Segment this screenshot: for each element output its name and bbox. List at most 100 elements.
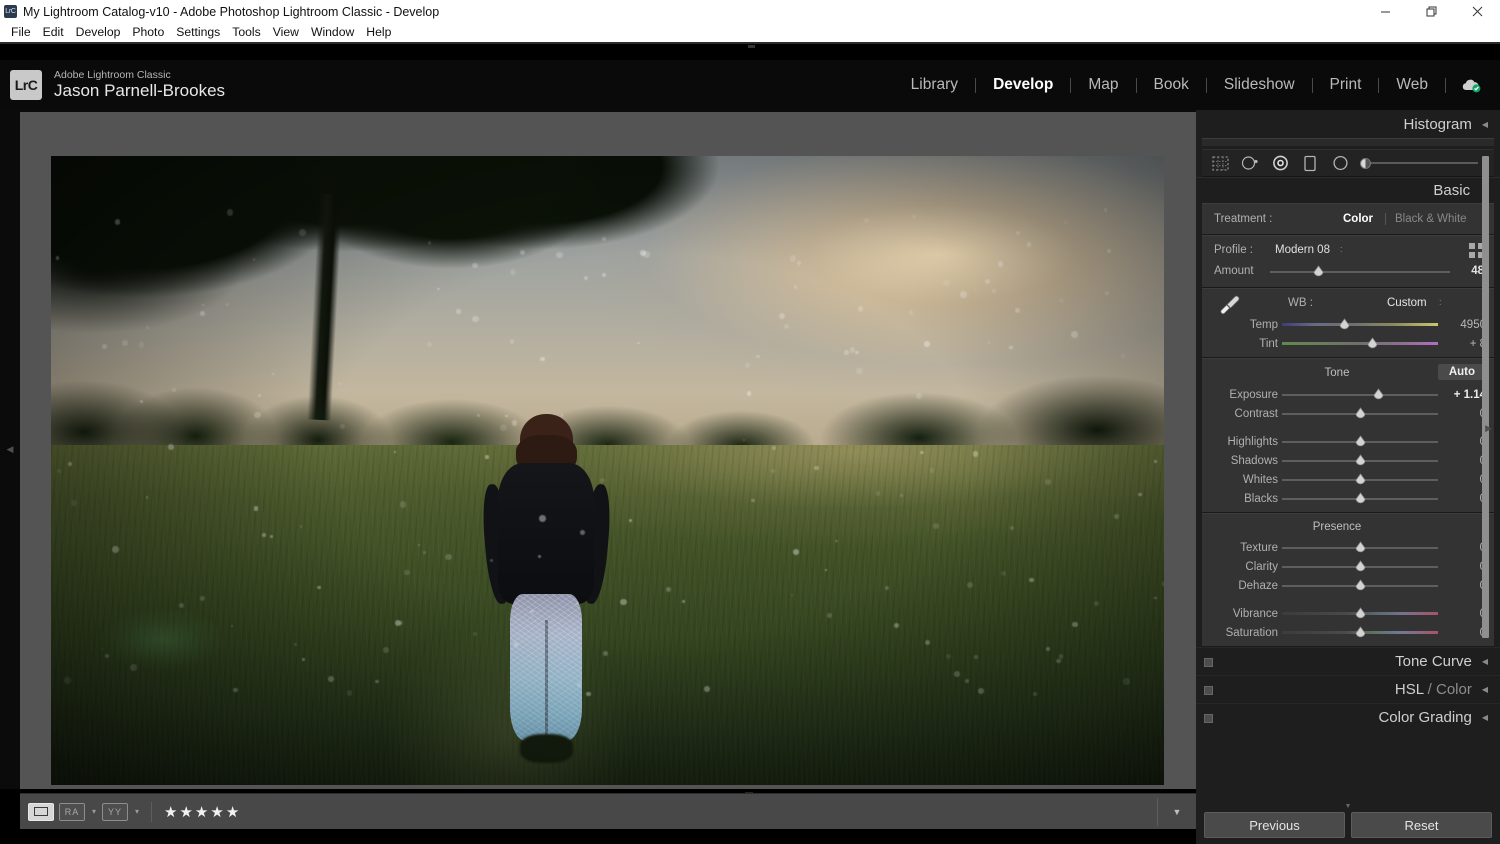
texture-slider-knob[interactable] — [1354, 541, 1367, 554]
menu-settings[interactable]: Settings — [170, 23, 226, 42]
temp-slider-knob[interactable] — [1338, 318, 1351, 331]
reset-button[interactable]: Reset — [1351, 812, 1492, 838]
temp-slider[interactable] — [1282, 318, 1438, 332]
module-print[interactable]: Print — [1313, 76, 1379, 94]
menu-develop[interactable]: Develop — [70, 23, 127, 42]
module-slideshow[interactable]: Slideshow — [1207, 76, 1312, 94]
loupe-view-icon[interactable] — [28, 802, 54, 821]
treatment-color-option[interactable]: Color — [1343, 213, 1373, 225]
color-grading-section[interactable]: Color Grading ◀ — [1196, 703, 1500, 731]
saturation-slider[interactable] — [1282, 626, 1438, 640]
blacks-slider-knob[interactable] — [1354, 492, 1367, 505]
radial-gradient-icon[interactable] — [1330, 153, 1350, 173]
previous-button[interactable]: Previous — [1204, 812, 1345, 838]
survey-view-icon[interactable]: YY — [102, 802, 129, 821]
menu-window[interactable]: Window — [305, 23, 360, 42]
histogram-collapsed-strip[interactable] — [1202, 138, 1494, 146]
spot-removal-icon[interactable] — [1240, 153, 1260, 173]
highlights-slider[interactable] — [1282, 435, 1438, 449]
contrast-slider[interactable] — [1282, 407, 1438, 421]
module-map[interactable]: Map — [1071, 76, 1135, 94]
restore-icon[interactable] — [1408, 0, 1454, 23]
masking-rect-icon[interactable] — [1300, 153, 1320, 173]
menu-tools[interactable]: Tools — [226, 23, 266, 42]
shadows-slider[interactable] — [1282, 454, 1438, 468]
star-rating[interactable]: ★★★★★ — [164, 803, 241, 821]
tone-curve-section[interactable]: Tone Curve ◀ — [1196, 647, 1500, 675]
blacks-slider[interactable] — [1282, 492, 1438, 506]
photo-frame[interactable] — [51, 156, 1164, 785]
tool-slider-knob[interactable] — [1360, 157, 1371, 169]
exposure-slider[interactable] — [1282, 388, 1438, 402]
left-panel-toggle[interactable]: ◀ — [0, 110, 20, 789]
top-panel-handle[interactable] — [748, 45, 755, 48]
highlights-slider-knob[interactable] — [1354, 435, 1367, 448]
whites-slider[interactable] — [1282, 473, 1438, 487]
compare-caret-icon[interactable]: ▾ — [92, 807, 96, 816]
whites-slider-knob[interactable] — [1354, 473, 1367, 486]
clarity-slider[interactable] — [1282, 560, 1438, 574]
shadows-slider-knob[interactable] — [1354, 454, 1367, 467]
treatment-bw-option[interactable]: Black & White — [1395, 213, 1467, 225]
product-name: Adobe Lightroom Classic — [54, 69, 171, 82]
menu-photo[interactable]: Photo — [126, 23, 170, 42]
whites-slider-row: Whites 0 — [1202, 470, 1494, 489]
tint-slider-knob[interactable] — [1366, 337, 1379, 350]
wb-value[interactable]: Custom — [1387, 297, 1427, 309]
cloud-sync-icon[interactable] — [1460, 77, 1482, 93]
color-grading-switch[interactable] — [1204, 714, 1213, 723]
tone-curve-switch[interactable] — [1204, 658, 1213, 667]
module-library[interactable]: Library — [894, 76, 975, 94]
minimize-icon[interactable] — [1362, 0, 1408, 23]
module-book[interactable]: Book — [1137, 76, 1206, 94]
identity-plate[interactable]: LrC Adobe Lightroom Classic Jason Parnel… — [0, 69, 225, 101]
chevron-right-icon: ▶ — [1485, 423, 1492, 433]
menu-file[interactable]: File — [5, 23, 37, 42]
exposure-slider-track[interactable] — [1282, 394, 1438, 396]
tint-slider[interactable] — [1282, 337, 1438, 351]
profile-amount-row: Amount 48 — [1202, 262, 1494, 283]
exposure-slider-knob[interactable] — [1372, 388, 1385, 401]
amount-slider-knob[interactable] — [1312, 265, 1325, 278]
user-name: Jason Parnell-Brookes — [54, 81, 226, 101]
tool-slider-track[interactable] — [1371, 162, 1478, 164]
vibrance-slider-knob[interactable] — [1354, 607, 1367, 620]
compare-view-icon[interactable]: RA — [59, 802, 85, 821]
vibrance-slider[interactable] — [1282, 607, 1438, 621]
wb-caret-icon[interactable]: : — [1439, 297, 1442, 307]
temp-slider-track[interactable] — [1282, 323, 1438, 326]
menu-edit[interactable]: Edit — [37, 23, 70, 42]
hsl-color-switch[interactable] — [1204, 686, 1213, 695]
hsl-color-section[interactable]: HSL / Color ◀ — [1196, 675, 1500, 703]
tool-amount-slider[interactable] — [1360, 156, 1478, 170]
amount-slider[interactable] — [1270, 265, 1450, 279]
profile-caret-icon[interactable]: : — [1340, 244, 1343, 254]
survey-caret-icon[interactable]: ▾ — [135, 807, 139, 816]
develop-tool-strip — [1202, 149, 1494, 177]
menu-help[interactable]: Help — [360, 23, 397, 42]
contrast-slider-knob[interactable] — [1354, 407, 1367, 420]
clarity-slider-knob[interactable] — [1354, 560, 1367, 573]
panel-resize-handle[interactable]: ▼ — [1196, 803, 1500, 810]
basic-panel-header[interactable]: Basic ▼ — [1196, 177, 1500, 203]
dehaze-slider-knob[interactable] — [1354, 579, 1367, 592]
module-web[interactable]: Web — [1379, 76, 1445, 94]
chevron-down-icon[interactable]: ▼ — [1158, 807, 1196, 817]
histogram-header[interactable]: Histogram ◀ — [1196, 110, 1500, 138]
close-icon[interactable] — [1454, 0, 1500, 23]
module-develop[interactable]: Develop — [976, 76, 1070, 94]
right-panel-toggle[interactable]: ▶ — [1478, 110, 1500, 789]
image-viewer[interactable] — [20, 112, 1196, 789]
red-eye-icon[interactable] — [1270, 153, 1290, 173]
white-balance-selector-icon[interactable] — [1216, 293, 1242, 317]
crop-overlay-icon[interactable] — [1210, 153, 1230, 173]
dehaze-label: Dehaze — [1238, 579, 1278, 592]
saturation-slider-knob[interactable] — [1354, 626, 1367, 639]
module-picker: Library Develop Map Book Slideshow Print… — [894, 60, 1482, 110]
menu-view[interactable]: View — [267, 23, 305, 42]
amount-slider-track[interactable] — [1270, 271, 1450, 273]
texture-slider[interactable] — [1282, 541, 1438, 555]
profile-value[interactable]: Modern 08 — [1275, 244, 1330, 256]
dehaze-slider[interactable] — [1282, 579, 1438, 593]
tint-slider-track[interactable] — [1282, 342, 1438, 345]
